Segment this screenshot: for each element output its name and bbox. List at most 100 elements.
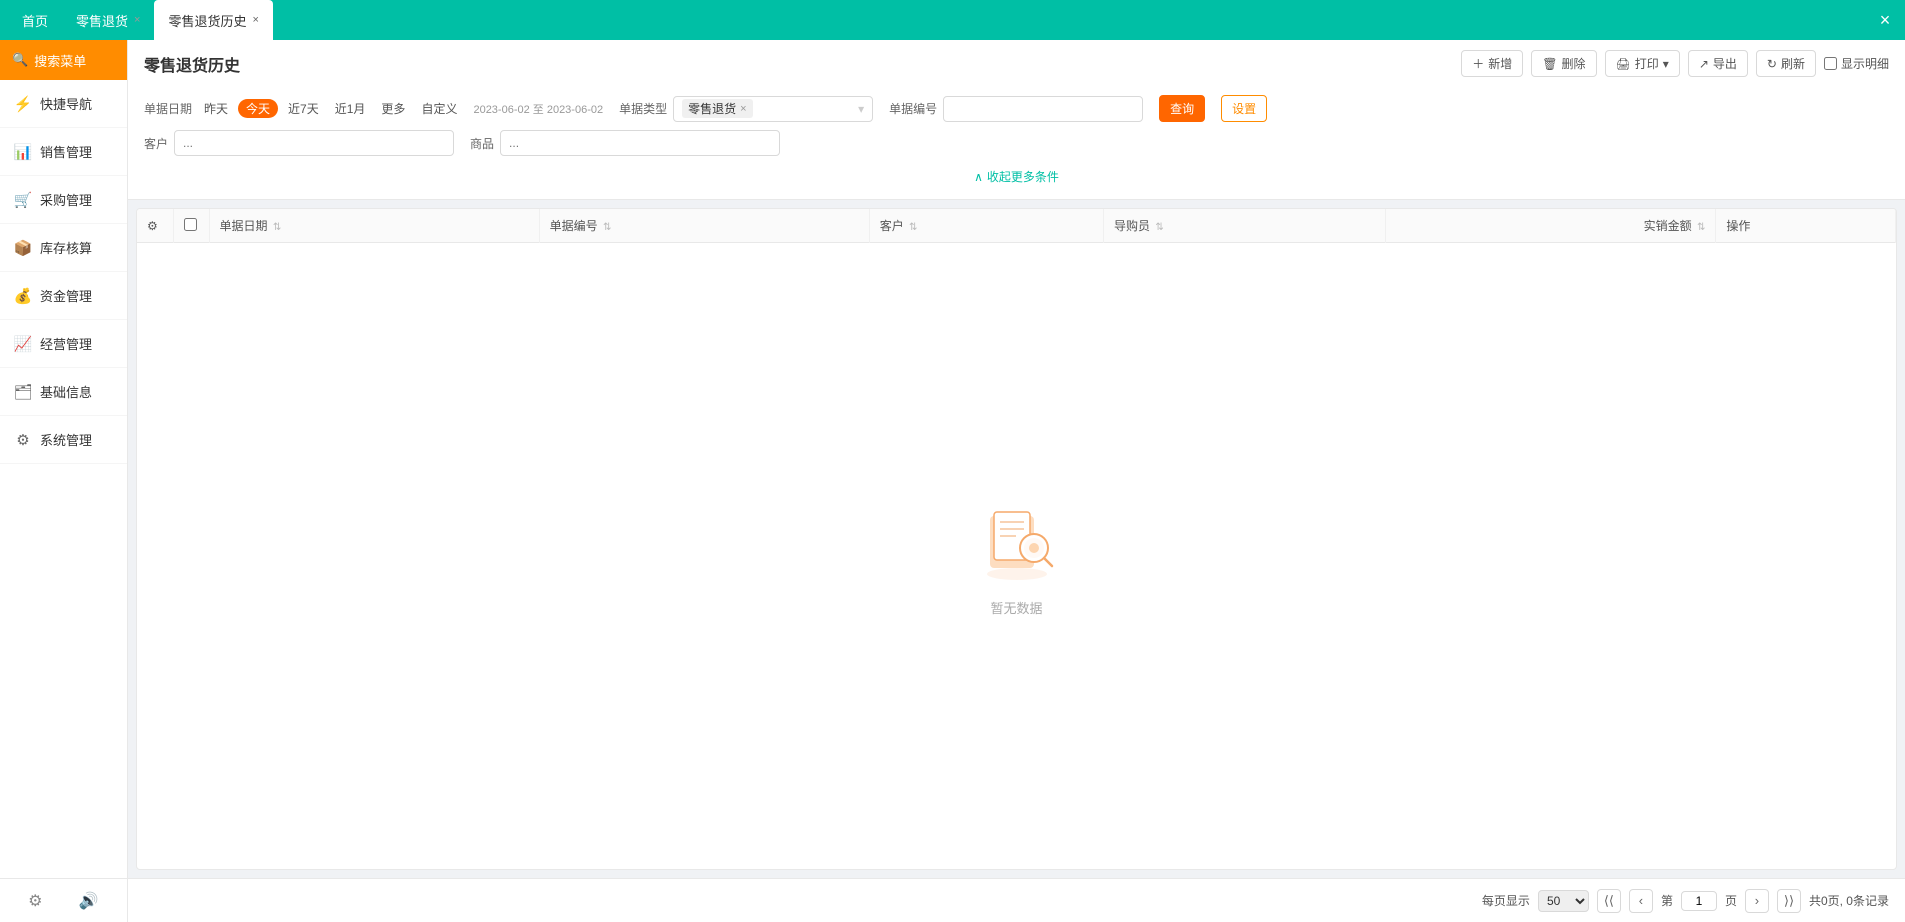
voucher-type-tag: 零售退货 × [682, 99, 752, 118]
voucher-type-tag-close[interactable]: × [740, 103, 746, 115]
col-checkbox [173, 209, 209, 243]
voucher-type-tag-text: 零售退货 [688, 100, 736, 117]
tab-retail-return-history-close[interactable]: × [252, 14, 258, 26]
page-number-input[interactable] [1681, 891, 1717, 911]
customer-input[interactable] [174, 130, 454, 156]
col-date-sort[interactable]: ⇅ [273, 222, 281, 233]
date-1month[interactable]: 近1月 [329, 99, 372, 118]
col-customer-sort[interactable]: ⇅ [909, 222, 917, 233]
empty-state-text: 暂无数据 [990, 598, 1042, 617]
prev-page-button[interactable]: ‹ [1629, 889, 1653, 913]
goods-label: 商品 [470, 135, 494, 152]
date-today[interactable]: 今天 [238, 99, 278, 118]
page-title-row: 零售退货历史 ＋ 新增 🗑 删除 🖨 打印 ▾ [144, 50, 1889, 77]
delete-button[interactable]: 🗑 删除 [1531, 50, 1596, 77]
col-voucher-no: 单据编号 ⇅ [539, 209, 869, 243]
table-settings-icon[interactable]: ⚙ [147, 219, 158, 233]
voucher-no-input[interactable] [943, 96, 1143, 122]
page-size-label: 每页显示 [1482, 892, 1530, 909]
goods-input[interactable] [500, 130, 780, 156]
system-icon: ⚙ [14, 431, 32, 449]
col-amount-sort[interactable]: ⇅ [1697, 222, 1705, 233]
page-title: 零售退货历史 [144, 52, 240, 76]
show-detail-checkbox[interactable]: 显示明细 [1824, 55, 1889, 72]
settings-button[interactable]: 设置 [1221, 95, 1267, 122]
add-button[interactable]: ＋ 新增 [1461, 50, 1523, 77]
settings-bottom-icon[interactable]: ⚙ [28, 891, 42, 911]
col-customer-label: 客户 [880, 219, 904, 233]
date-custom[interactable]: 自定义 [415, 99, 463, 118]
sidebar: 🔍 搜索菜单 ⚡ 快捷导航 📊 销售管理 🛒 采购管理 📦 库存核算 💰 [0, 40, 128, 922]
export-icon: ↗ [1699, 57, 1709, 71]
sidebar-nav: ⚡ 快捷导航 📊 销售管理 🛒 采购管理 📦 库存核算 💰 资金管理 📈 [0, 80, 127, 878]
window-close-button[interactable]: × [1865, 0, 1905, 40]
col-date: 单据日期 ⇅ [209, 209, 539, 243]
voucher-type-label: 单据类型 [619, 100, 667, 117]
sidebar-item-operations[interactable]: 📈 经营管理 [0, 320, 127, 368]
delete-icon: 🗑 [1542, 57, 1557, 71]
sidebar-item-finance[interactable]: 💰 资金管理 [0, 272, 127, 320]
export-label: 导出 [1713, 55, 1737, 72]
add-label: 新增 [1488, 55, 1512, 72]
voucher-type-select[interactable]: 零售退货 × ▾ [673, 96, 873, 122]
page-size-select[interactable]: 10 20 50 100 [1538, 890, 1589, 912]
col-guide: 导购员 ⇅ [1104, 209, 1386, 243]
top-bar: 首页 零售退货 × 零售退货历史 × × [0, 0, 1905, 40]
first-page-button[interactable]: ⟨⟨ [1597, 889, 1621, 913]
voucher-type-dropdown-icon: ▾ [858, 102, 864, 116]
show-detail-input[interactable] [1824, 57, 1837, 70]
tab-retail-return[interactable]: 零售退货 × [62, 0, 154, 40]
col-action-label: 操作 [1726, 219, 1750, 233]
sidebar-search-label: 搜索菜单 [34, 51, 86, 70]
refresh-label: 刷新 [1781, 55, 1805, 72]
tab-retail-return-label: 零售退货 [76, 11, 128, 30]
select-all-checkbox[interactable] [184, 218, 197, 231]
date-filter-label: 单据日期 [144, 100, 192, 117]
sidebar-item-quick-nav-label: 快捷导航 [40, 94, 92, 113]
tab-list: 首页 零售退货 × 零售退货历史 × [8, 0, 1865, 40]
finance-icon: 💰 [14, 287, 32, 305]
sidebar-item-purchase[interactable]: 🛒 采购管理 [0, 176, 127, 224]
sales-icon: 📊 [14, 143, 32, 161]
basic-info-icon: 🗂 [14, 383, 32, 401]
sidebar-item-sales-label: 销售管理 [40, 142, 92, 161]
page-header: 零售退货历史 ＋ 新增 🗑 删除 🖨 打印 ▾ [128, 40, 1905, 200]
collapse-button[interactable]: ∧ 收起更多条件 [974, 164, 1059, 193]
filter-area: 单据日期 昨天 今天 近7天 近1月 更多 自定义 2023-06-02 至 2… [144, 87, 1889, 199]
sidebar-item-basic-info[interactable]: 🗂 基础信息 [0, 368, 127, 416]
date-yesterday[interactable]: 昨天 [198, 99, 234, 118]
col-date-label: 单据日期 [220, 219, 268, 233]
tab-home[interactable]: 首页 [8, 0, 62, 40]
date-more[interactable]: 更多 [375, 99, 411, 118]
last-page-button[interactable]: ⟩⟩ [1777, 889, 1801, 913]
pagination-bar: 每页显示 10 20 50 100 ⟨⟨ ‹ 第 页 › ⟩⟩ 共0页, 0条记… [128, 878, 1905, 922]
sidebar-search[interactable]: 🔍 搜索菜单 [0, 40, 127, 80]
quick-nav-icon: ⚡ [14, 95, 32, 113]
customer-label: 客户 [144, 135, 168, 152]
volume-icon[interactable]: 🔊 [79, 891, 99, 911]
sidebar-item-system[interactable]: ⚙ 系统管理 [0, 416, 127, 464]
next-page-button[interactable]: › [1745, 889, 1769, 913]
col-customer: 客户 ⇅ [869, 209, 1103, 243]
date-buttons: 昨天 今天 近7天 近1月 更多 自定义 [198, 99, 463, 118]
collapse-up-icon: ∧ [974, 170, 983, 184]
filter-row-1: 单据日期 昨天 今天 近7天 近1月 更多 自定义 2023-06-02 至 2… [144, 95, 1889, 122]
search-icon: 🔍 [12, 52, 28, 68]
collapse-label: 收起更多条件 [987, 168, 1059, 185]
col-guide-sort[interactable]: ⇅ [1155, 222, 1163, 233]
col-voucher-sort[interactable]: ⇅ [603, 222, 611, 233]
customer-filter: 客户 [144, 130, 454, 156]
export-button[interactable]: ↗ 导出 [1688, 50, 1748, 77]
sidebar-item-sales[interactable]: 📊 销售管理 [0, 128, 127, 176]
page-label: 页 [1725, 892, 1737, 909]
query-button[interactable]: 查询 [1159, 95, 1205, 122]
sidebar-item-quick-nav[interactable]: ⚡ 快捷导航 [0, 80, 127, 128]
date-7days[interactable]: 近7天 [282, 99, 325, 118]
date-filter: 单据日期 昨天 今天 近7天 近1月 更多 自定义 2023-06-02 至 2… [144, 99, 603, 118]
sidebar-item-inventory[interactable]: 📦 库存核算 [0, 224, 127, 272]
tab-retail-return-history[interactable]: 零售退货历史 × [154, 0, 272, 40]
print-button[interactable]: 🖨 打印 ▾ [1605, 50, 1680, 77]
refresh-button[interactable]: ↻ 刷新 [1756, 50, 1816, 77]
tab-retail-return-close[interactable]: × [134, 14, 140, 26]
empty-state-illustration [972, 496, 1062, 586]
